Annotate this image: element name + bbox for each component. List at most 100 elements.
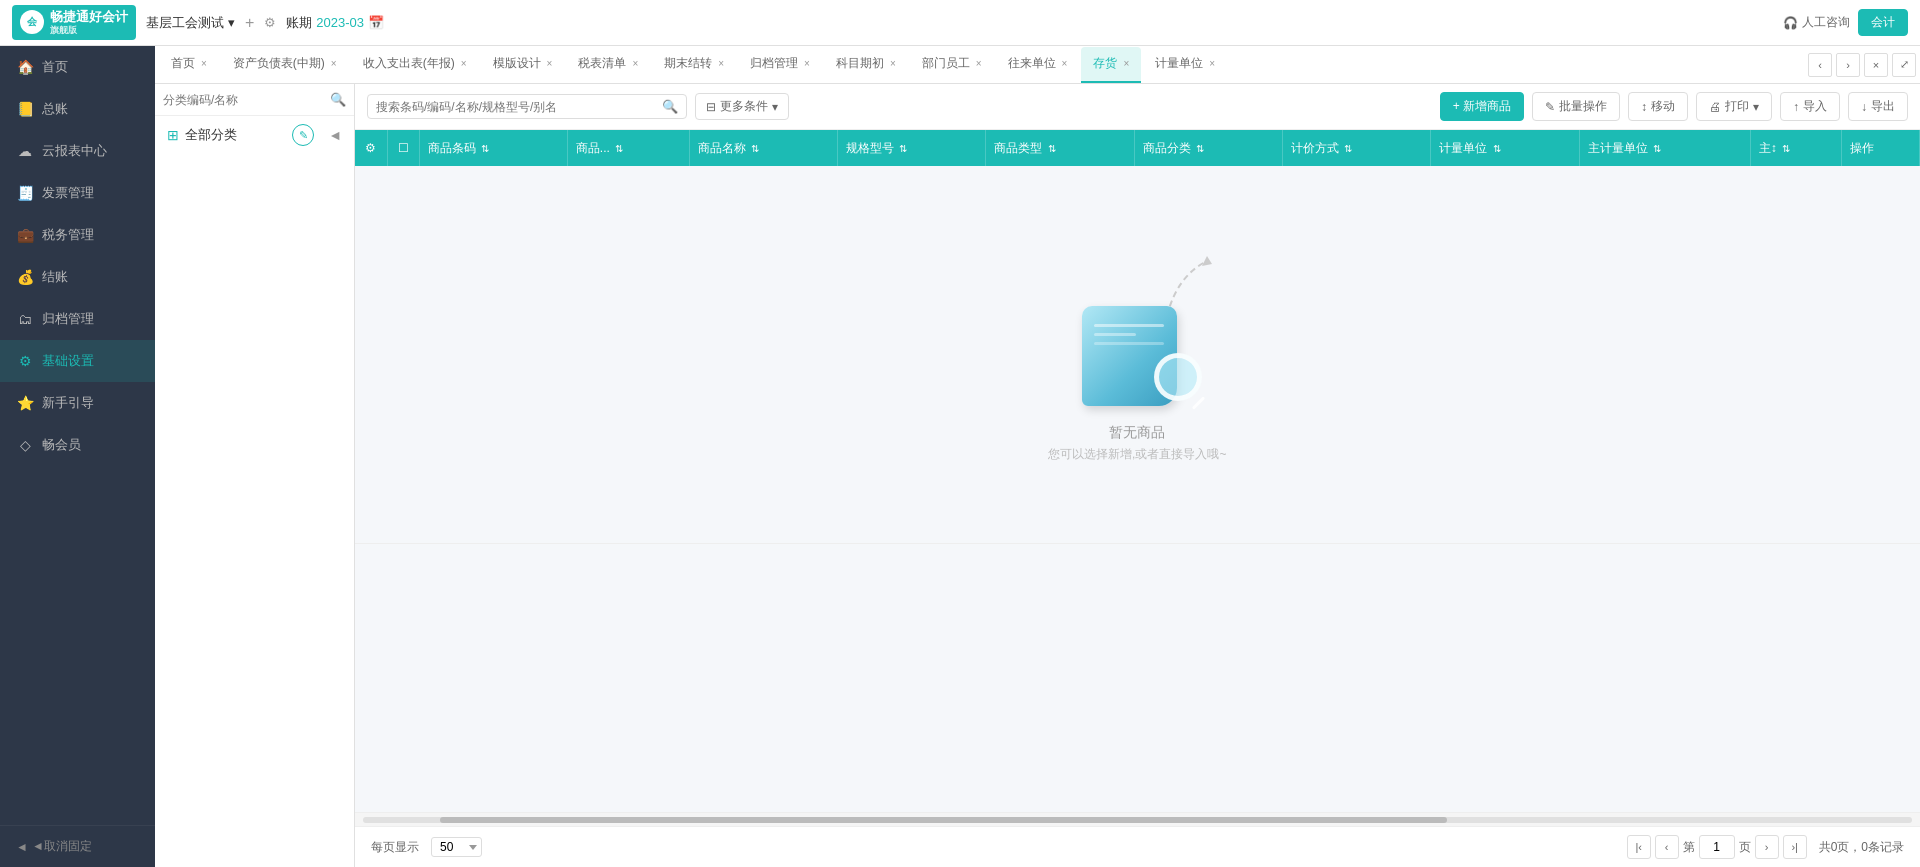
tab-close-income[interactable]: × — [461, 58, 467, 69]
tab-prev-btn[interactable]: ‹ — [1808, 53, 1832, 77]
col-name[interactable]: 商品名称 ⇅ — [689, 130, 837, 166]
category-all-checkbox[interactable]: ⊞ — [167, 127, 179, 143]
tab-close-template[interactable]: × — [547, 58, 553, 69]
category-edit-btn[interactable]: ✎ — [292, 124, 314, 146]
company-dropdown-icon[interactable]: ▾ — [228, 15, 235, 30]
close-account-icon: 💰 — [16, 269, 34, 285]
sort-type-icon[interactable]: ⇅ — [1048, 143, 1056, 154]
col-actions-label: 操作 — [1850, 141, 1874, 155]
company-selector[interactable]: 基层工会测试 ▾ — [146, 14, 235, 32]
role-button[interactable]: 会计 — [1858, 9, 1908, 36]
next-page-btn[interactable]: › — [1755, 835, 1779, 859]
tab-close-dept[interactable]: × — [976, 58, 982, 69]
batch-op-btn[interactable]: ✎ 批量操作 — [1532, 92, 1620, 121]
settings-icon[interactable]: ⚙ — [264, 15, 276, 30]
filter-more-btn[interactable]: ⊟ 更多条件 ▾ — [695, 93, 789, 120]
sort-category-icon[interactable]: ⇅ — [1196, 143, 1204, 154]
col-misc[interactable]: 主↕ ⇅ — [1750, 130, 1842, 166]
first-page-btn[interactable]: |‹ — [1627, 835, 1651, 859]
move-btn[interactable]: ↕ 移动 — [1628, 92, 1688, 121]
import-btn[interactable]: ↑ 导入 — [1780, 92, 1840, 121]
tab-dept[interactable]: 部门员工 × — [910, 47, 994, 83]
print-btn[interactable]: 🖨 打印 ▾ — [1696, 92, 1772, 121]
sort-price-icon[interactable]: ⇅ — [1344, 143, 1352, 154]
sidebar-item-tax[interactable]: 💼 税务管理 — [0, 214, 155, 256]
category-search-icon[interactable]: 🔍 — [330, 92, 346, 107]
sort-code-icon[interactable]: ⇅ — [615, 143, 623, 154]
tab-contacts[interactable]: 往来单位 × — [996, 47, 1080, 83]
main-search-icon[interactable]: 🔍 — [662, 99, 678, 114]
period-info: 账期 2023-03 📅 — [286, 14, 384, 32]
tab-close-tax[interactable]: × — [632, 58, 638, 69]
tab-close-subject[interactable]: × — [890, 58, 896, 69]
tab-archive[interactable]: 归档管理 × — [738, 47, 822, 83]
calendar-icon[interactable]: 📅 — [368, 15, 384, 30]
sidebar-item-ledger[interactable]: 📒 总账 — [0, 88, 155, 130]
sidebar-item-close[interactable]: 💰 结账 — [0, 256, 155, 298]
tab-subject[interactable]: 科目期初 × — [824, 47, 908, 83]
col-checkbox[interactable]: ☐ — [387, 130, 419, 166]
sidebar-item-settings[interactable]: ⚙ 基础设置 — [0, 340, 155, 382]
sort-misc-icon[interactable]: ⇅ — [1782, 143, 1790, 154]
tab-unit[interactable]: 计量单位 × — [1143, 47, 1227, 83]
col-category[interactable]: 商品分类 ⇅ — [1134, 130, 1282, 166]
service-button[interactable]: 🎧 人工咨询 — [1783, 14, 1850, 31]
tab-close-home[interactable]: × — [201, 58, 207, 69]
page-size-label: 每页显示 — [371, 839, 419, 856]
col-type[interactable]: 商品类型 ⇅ — [986, 130, 1134, 166]
col-code[interactable]: 商品... ⇅ — [567, 130, 689, 166]
tab-income[interactable]: 收入支出表(年报) × — [351, 47, 479, 83]
col-spec[interactable]: 规格型号 ⇅ — [838, 130, 986, 166]
sort-unit-icon[interactable]: ⇅ — [1493, 143, 1501, 154]
tab-close-balance[interactable]: × — [331, 58, 337, 69]
tab-close-period[interactable]: × — [718, 58, 724, 69]
col-unit[interactable]: 计量单位 ⇅ — [1431, 130, 1579, 166]
tab-period[interactable]: 期末结转 × — [652, 47, 736, 83]
horizontal-scrollbar[interactable] — [355, 812, 1920, 826]
scrollbar-thumb[interactable] — [440, 817, 1447, 823]
export-btn[interactable]: ↓ 导出 — [1848, 92, 1908, 121]
page-number-input[interactable] — [1699, 835, 1735, 859]
tab-close-archive[interactable]: × — [804, 58, 810, 69]
tab-close-contacts[interactable]: × — [1062, 58, 1068, 69]
main-search-input[interactable] — [376, 100, 658, 114]
sidebar-item-archive[interactable]: 🗂 归档管理 — [0, 298, 155, 340]
sidebar-item-home[interactable]: 🏠 首页 — [0, 46, 155, 88]
tab-home[interactable]: 首页 × — [159, 47, 219, 83]
col-barcode[interactable]: 商品条码 ⇅ — [419, 130, 567, 166]
tab-next-btn[interactable]: › — [1836, 53, 1860, 77]
member-icon: ◇ — [16, 437, 34, 453]
category-search-input[interactable] — [163, 93, 326, 107]
sidebar-label-close: 结账 — [42, 268, 68, 286]
tab-close-unit[interactable]: × — [1209, 58, 1215, 69]
tab-close-inventory[interactable]: × — [1123, 58, 1129, 69]
panel-collapse-btn[interactable]: ◄ — [328, 127, 342, 143]
new-product-btn[interactable]: + 新增商品 — [1440, 92, 1524, 121]
tab-expand-btn[interactable]: ⤢ — [1892, 53, 1916, 77]
empty-title: 暂无商品 — [1109, 424, 1165, 442]
col-price-method[interactable]: 计价方式 ⇅ — [1283, 130, 1431, 166]
sort-main-unit-icon[interactable]: ⇅ — [1653, 143, 1661, 154]
sort-spec-icon[interactable]: ⇅ — [899, 143, 907, 154]
tab-tax[interactable]: 税表清单 × — [566, 47, 650, 83]
tab-balance[interactable]: 资产负债表(中期) × — [221, 47, 349, 83]
sort-barcode-icon[interactable]: ⇅ — [481, 143, 489, 154]
empty-desc: 您可以选择新增,或者直接导入哦~ — [1048, 446, 1226, 463]
tab-inventory[interactable]: 存货 × — [1081, 47, 1141, 83]
sidebar-item-guide[interactable]: ⭐ 新手引导 — [0, 382, 155, 424]
category-header[interactable]: ⊞ 全部分类 ✎ ◄ — [155, 116, 354, 154]
tab-template[interactable]: 模版设计 × — [481, 47, 565, 83]
sidebar-item-member[interactable]: ◇ 畅会员 — [0, 424, 155, 466]
page-size-dropdown[interactable]: 50 100 200 — [431, 837, 482, 857]
prev-page-btn[interactable]: ‹ — [1655, 835, 1679, 859]
sidebar-item-reports[interactable]: ☁ 云报表中心 — [0, 130, 155, 172]
tab-close-all-btn[interactable]: × — [1864, 53, 1888, 77]
page-size-select[interactable]: 50 100 200 — [431, 837, 482, 857]
sidebar-item-invoice[interactable]: 🧾 发票管理 — [0, 172, 155, 214]
last-page-btn[interactable]: ›| — [1783, 835, 1807, 859]
sort-name-icon[interactable]: ⇅ — [751, 143, 759, 154]
col-main-unit[interactable]: 主计量单位 ⇅ — [1579, 130, 1750, 166]
sidebar-collapse-btn[interactable]: ◄ ◄取消固定 — [0, 825, 155, 867]
add-tab-btn[interactable]: + — [245, 14, 254, 32]
col-settings[interactable]: ⚙ — [355, 130, 387, 166]
